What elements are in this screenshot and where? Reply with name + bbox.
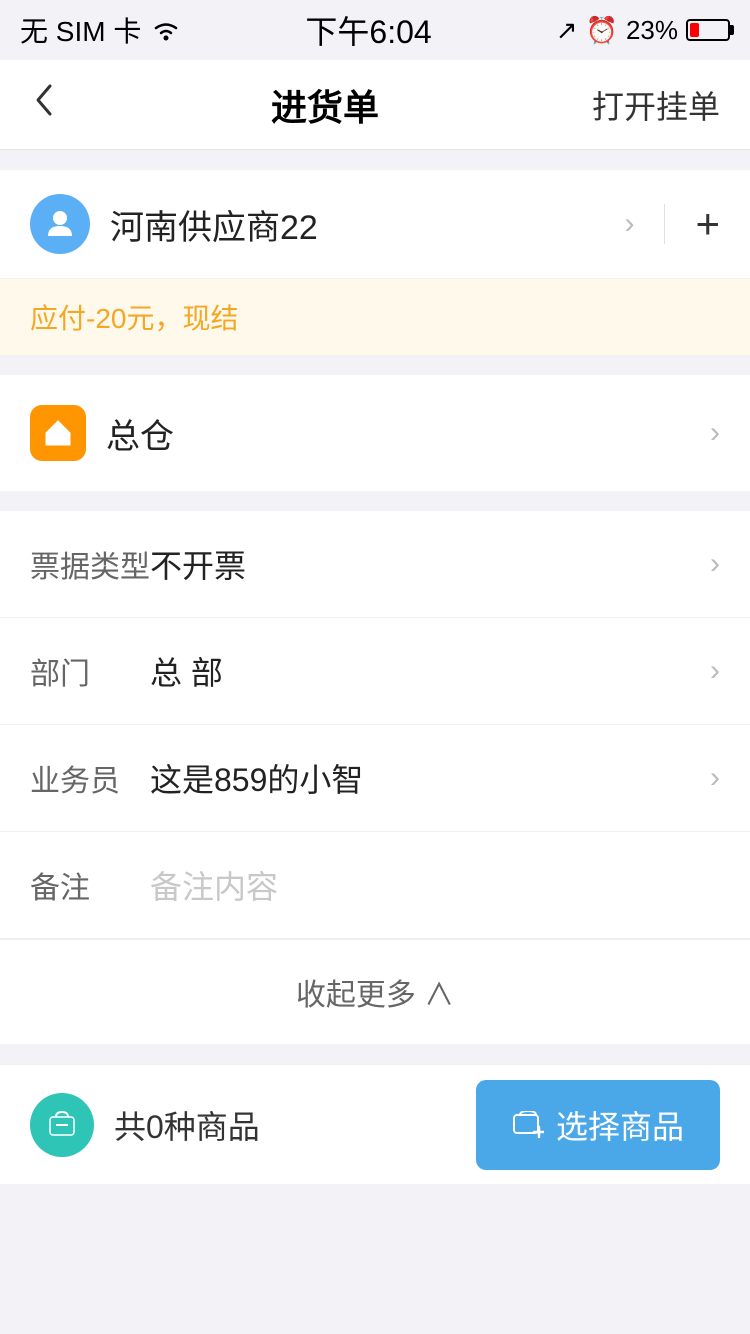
cart-icon xyxy=(44,1107,80,1143)
supplier-row[interactable]: 河南供应商22 › + xyxy=(0,170,750,279)
open-pending-button[interactable]: 打开挂单 xyxy=(592,82,720,128)
divider xyxy=(664,204,665,244)
section-gap-4 xyxy=(0,1044,750,1064)
status-right: ↗ ⏰ 23% xyxy=(556,15,730,46)
status-left: 无 SIM 卡 xyxy=(20,10,181,50)
remark-row[interactable]: 备注 备注内容 xyxy=(0,832,750,939)
form-card: 票据类型 不开票 › 部门 总 部 › 业务员 这是859的小智 › 备注 备注… xyxy=(0,511,750,1044)
supplier-card: 河南供应商22 › + 应付-20元，现结 xyxy=(0,170,750,355)
alarm-icon: ⏰ xyxy=(586,15,618,46)
department-value: 总 部 xyxy=(150,648,710,694)
warehouse-chevron-icon: › xyxy=(710,416,720,450)
select-goods-button[interactable]: 选择商品 xyxy=(476,1080,720,1170)
section-gap-1 xyxy=(0,150,750,170)
goods-count: 共0种商品 xyxy=(114,1102,260,1148)
salesman-row[interactable]: 业务员 这是859的小智 › xyxy=(0,725,750,832)
bottom-bar: 共0种商品 选择商品 xyxy=(0,1064,750,1184)
collapse-label: 收起更多 ∧ xyxy=(296,970,454,1014)
remark-input[interactable]: 备注内容 xyxy=(150,862,720,908)
notice-banner: 应付-20元，现结 xyxy=(0,279,750,355)
select-goods-icon xyxy=(512,1111,544,1139)
battery-icon xyxy=(686,19,730,41)
location-icon: ↗ xyxy=(556,15,578,46)
remark-label: 备注 xyxy=(30,863,150,907)
add-button[interactable]: + xyxy=(695,200,720,248)
notice-text: 应付-20元，现结 xyxy=(30,303,238,334)
department-label: 部门 xyxy=(30,649,150,693)
page-title: 进货单 xyxy=(271,79,379,131)
back-button[interactable] xyxy=(30,78,58,132)
carrier-label: 无 SIM 卡 xyxy=(20,10,141,50)
supplier-actions: › + xyxy=(624,200,720,248)
goods-info: 共0种商品 xyxy=(30,1093,260,1157)
invoice-row[interactable]: 票据类型 不开票 › xyxy=(0,511,750,618)
nav-bar: 进货单 打开挂单 xyxy=(0,60,750,150)
section-gap-3 xyxy=(0,491,750,511)
salesman-value: 这是859的小智 xyxy=(150,755,710,801)
salesman-label: 业务员 xyxy=(30,756,150,800)
warehouse-card: 总仓 › xyxy=(0,375,750,491)
invoice-chevron-icon: › xyxy=(710,547,720,581)
home-icon xyxy=(42,417,74,449)
supplier-chevron-icon: › xyxy=(624,207,634,241)
main-content: 河南供应商22 › + 应付-20元，现结 总仓 › xyxy=(0,150,750,1334)
warehouse-row[interactable]: 总仓 › xyxy=(0,375,750,491)
goods-icon xyxy=(30,1093,94,1157)
warehouse-icon xyxy=(30,405,86,461)
status-time: 下午6:04 xyxy=(305,7,431,53)
salesman-chevron-icon: › xyxy=(710,761,720,795)
wifi-icon xyxy=(151,19,181,41)
section-gap-2 xyxy=(0,355,750,375)
supplier-name: 河南供应商22 xyxy=(110,200,624,249)
invoice-label: 票据类型 xyxy=(30,542,150,586)
supplier-avatar xyxy=(30,194,90,254)
invoice-value: 不开票 xyxy=(150,541,710,587)
department-row[interactable]: 部门 总 部 › xyxy=(0,618,750,725)
department-chevron-icon: › xyxy=(710,654,720,688)
person-icon xyxy=(44,208,76,240)
status-bar: 无 SIM 卡 下午6:04 ↗ ⏰ 23% xyxy=(0,0,750,60)
warehouse-name: 总仓 xyxy=(106,409,710,458)
battery-percent: 23% xyxy=(626,15,678,46)
collapse-row[interactable]: 收起更多 ∧ xyxy=(0,939,750,1044)
select-goods-label: 选择商品 xyxy=(556,1102,684,1148)
